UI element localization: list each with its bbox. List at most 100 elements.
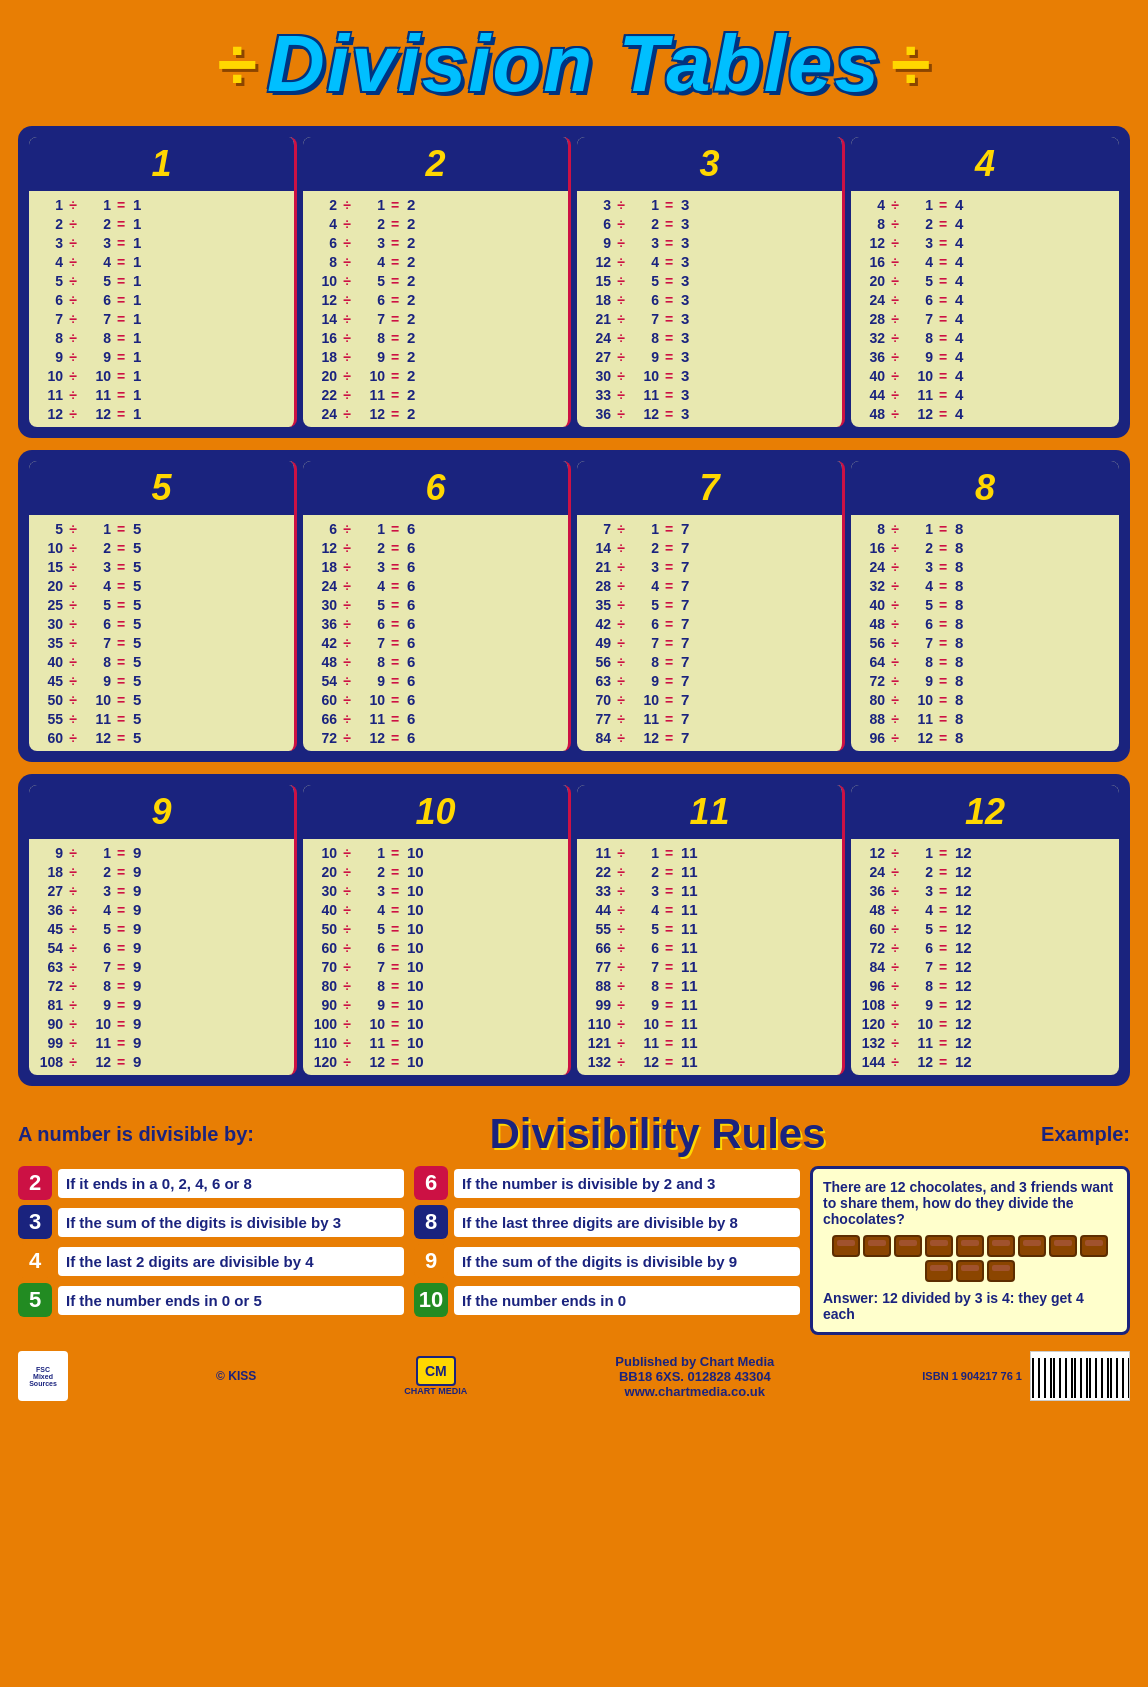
result: 4 xyxy=(953,272,981,289)
isbn-text: ISBN 1 904217 76 1 xyxy=(922,1370,1022,1382)
result: 2 xyxy=(405,348,433,365)
div-rules-right: 6If the number is divisible by 2 and 38I… xyxy=(414,1166,800,1335)
equals-op: = xyxy=(933,711,953,727)
dividend: 96 xyxy=(857,730,885,746)
table-row: 60 ÷ 10 = 6 xyxy=(309,690,562,709)
table-row: 32 ÷ 8 = 4 xyxy=(857,328,1113,347)
equals-op: = xyxy=(659,368,679,384)
table-row: 36 ÷ 9 = 4 xyxy=(857,347,1113,366)
rule-row-2: 2If it ends in a 0, 2, 4, 6 or 8 xyxy=(18,1166,404,1200)
rule-text: If the sum of the digits is divisible by… xyxy=(454,1247,800,1276)
table-row: 16 ÷ 8 = 2 xyxy=(309,328,562,347)
dividend: 88 xyxy=(583,978,611,994)
example-box: There are 12 chocolates, and 3 friends w… xyxy=(810,1166,1130,1335)
table-row: 88 ÷ 11 = 8 xyxy=(857,709,1113,728)
page-header: ÷ Division Tables ÷ xyxy=(0,0,1148,120)
result: 7 xyxy=(679,729,707,746)
table-row: 42 ÷ 6 = 7 xyxy=(583,614,836,633)
table-number: 8 xyxy=(975,467,995,508)
table-row: 108 ÷ 12 = 9 xyxy=(35,1052,288,1071)
divide-op: ÷ xyxy=(885,616,905,632)
result: 9 xyxy=(131,1015,159,1032)
table-row: 90 ÷ 10 = 9 xyxy=(35,1014,288,1033)
table-row: 42 ÷ 7 = 6 xyxy=(309,633,562,652)
table-number: 11 xyxy=(689,791,729,832)
result: 9 xyxy=(131,920,159,937)
chocolate-piece xyxy=(987,1235,1015,1257)
dividend: 32 xyxy=(857,578,885,594)
divide-op: ÷ xyxy=(337,940,357,956)
example-text: There are 12 chocolates, and 3 friends w… xyxy=(823,1179,1117,1227)
barcode-image xyxy=(1030,1351,1130,1401)
table-row: 5 ÷ 5 = 1 xyxy=(35,271,288,290)
divide-op: ÷ xyxy=(611,654,631,670)
result: 3 xyxy=(679,234,707,251)
barcode-line xyxy=(1107,1358,1109,1398)
result: 3 xyxy=(679,348,707,365)
divisor: 1 xyxy=(631,521,659,537)
equals-op: = xyxy=(659,635,679,651)
result: 4 xyxy=(953,234,981,251)
table-row: 6 ÷ 3 = 2 xyxy=(309,233,562,252)
result: 4 xyxy=(953,386,981,403)
divide-op: ÷ xyxy=(611,273,631,289)
dividend: 8 xyxy=(857,216,885,232)
equals-op: = xyxy=(385,597,405,613)
equals-op: = xyxy=(933,1035,953,1051)
dividend: 24 xyxy=(309,578,337,594)
header-symbol-left: ÷ xyxy=(218,23,258,105)
table-header-8: 8 xyxy=(851,461,1119,515)
divisor: 11 xyxy=(631,387,659,403)
divisor: 11 xyxy=(357,711,385,727)
divide-op: ÷ xyxy=(63,235,83,251)
result: 12 xyxy=(953,958,981,975)
dividend: 30 xyxy=(309,883,337,899)
result: 12 xyxy=(953,1034,981,1051)
divide-op: ÷ xyxy=(63,311,83,327)
equals-op: = xyxy=(659,216,679,232)
kiss-label: © KISS xyxy=(216,1369,256,1383)
table-row: 84 ÷ 12 = 7 xyxy=(583,728,836,747)
rule-number-badge: 6 xyxy=(414,1166,448,1200)
equals-op: = xyxy=(385,330,405,346)
table-row: 20 ÷ 2 = 10 xyxy=(309,862,562,881)
table-header-9: 9 xyxy=(29,785,294,839)
equals-op: = xyxy=(111,940,131,956)
dividend: 90 xyxy=(309,997,337,1013)
result: 3 xyxy=(679,405,707,422)
divisor: 5 xyxy=(357,273,385,289)
rule-number-badge: 9 xyxy=(414,1244,448,1278)
result: 5 xyxy=(131,596,159,613)
equals-op: = xyxy=(933,692,953,708)
result: 1 xyxy=(131,348,159,365)
divisor: 9 xyxy=(83,349,111,365)
divisor: 1 xyxy=(905,845,933,861)
table-row: 99 ÷ 11 = 9 xyxy=(35,1033,288,1052)
equals-op: = xyxy=(933,235,953,251)
table-row: 80 ÷ 10 = 8 xyxy=(857,690,1113,709)
divide-op: ÷ xyxy=(337,578,357,594)
equals-op: = xyxy=(933,597,953,613)
divide-op: ÷ xyxy=(63,978,83,994)
barcode-line xyxy=(1086,1358,1088,1398)
result: 8 xyxy=(953,615,981,632)
equals-op: = xyxy=(659,1035,679,1051)
equals-op: = xyxy=(111,273,131,289)
equals-op: = xyxy=(385,197,405,213)
dividend: 32 xyxy=(857,330,885,346)
table-row: 54 ÷ 6 = 9 xyxy=(35,938,288,957)
dividend: 18 xyxy=(309,559,337,575)
dividend: 9 xyxy=(35,349,63,365)
equals-op: = xyxy=(111,387,131,403)
divisor: 7 xyxy=(83,311,111,327)
equals-op: = xyxy=(385,349,405,365)
table-row: 10 ÷ 5 = 2 xyxy=(309,271,562,290)
divide-op: ÷ xyxy=(885,235,905,251)
divisor: 5 xyxy=(905,273,933,289)
divisor: 11 xyxy=(905,1035,933,1051)
equals-op: = xyxy=(659,940,679,956)
divisor: 6 xyxy=(631,616,659,632)
rule-row-9: 9If the sum of the digits is divisible b… xyxy=(414,1244,800,1278)
divisor: 2 xyxy=(357,216,385,232)
result: 5 xyxy=(131,634,159,651)
